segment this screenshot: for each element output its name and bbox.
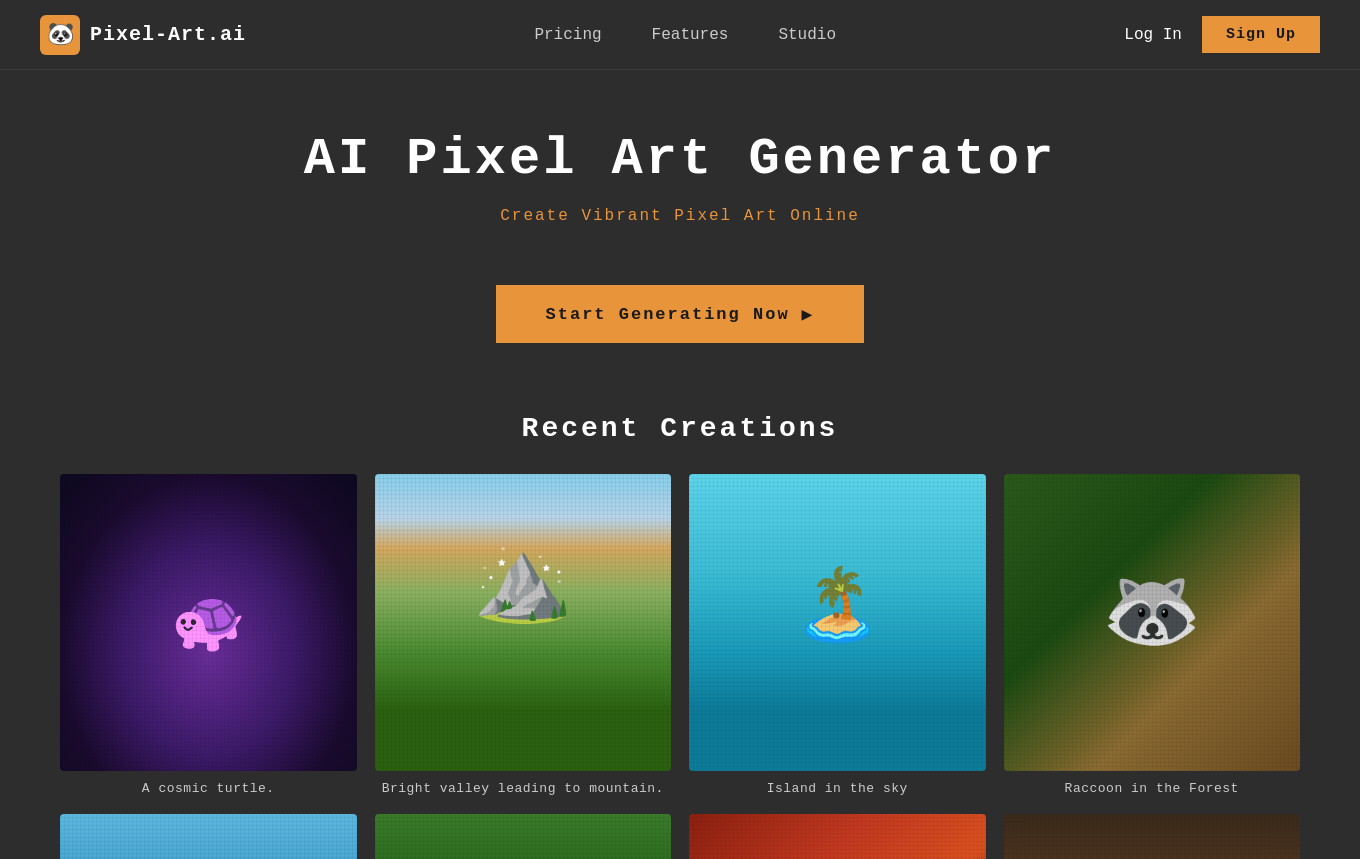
gallery-image-astronaut — [689, 814, 986, 860]
pixel-art-valley — [375, 474, 672, 771]
pixel-art-archway — [1004, 814, 1301, 860]
nav-links: Pricing Features Studio — [534, 26, 836, 44]
recent-creations-section: Recent Creations A cosmic turtle. Bright… — [0, 383, 1360, 859]
gallery-caption-island: Island in the sky — [767, 781, 908, 796]
gallery-image-island — [689, 474, 986, 771]
gallery-image-valley — [375, 474, 672, 771]
gallery-grid: A cosmic turtle. Bright valley leading t… — [60, 474, 1300, 859]
gallery-image-beach — [60, 814, 357, 860]
pixel-art-astronaut — [689, 814, 986, 860]
pixel-overlay — [689, 474, 986, 771]
logo-icon: 🐼 — [40, 15, 80, 55]
nav-link-pricing[interactable]: Pricing — [534, 26, 601, 44]
cta-arrow-icon: ▶ — [802, 303, 815, 325]
pixel-overlay — [1004, 474, 1301, 771]
gallery-item-cosmic-turtle[interactable]: A cosmic turtle. — [60, 474, 357, 796]
pixel-overlay — [60, 474, 357, 771]
gallery-image-raccoon — [1004, 474, 1301, 771]
gallery-item-island[interactable]: Island in the sky — [689, 474, 986, 796]
gallery-item-valley[interactable]: Bright valley leading to mountain. — [375, 474, 672, 796]
pixel-art-island — [689, 474, 986, 771]
gallery-image-archway — [1004, 814, 1301, 860]
nav-link-studio[interactable]: Studio — [778, 26, 836, 44]
pixel-art-temple — [375, 814, 672, 860]
hero-section: AI Pixel Art Generator Create Vibrant Pi… — [0, 70, 1360, 383]
pixel-overlay — [375, 814, 672, 860]
pixel-overlay — [689, 814, 986, 860]
signup-button[interactable]: Sign Up — [1202, 16, 1320, 53]
pixel-overlay — [375, 474, 672, 771]
cta-button[interactable]: Start Generating Now ▶ — [496, 285, 865, 343]
hero-subtitle: Create Vibrant Pixel Art Online — [500, 207, 860, 225]
login-button[interactable]: Log In — [1124, 26, 1182, 44]
nav-auth: Log In Sign Up — [1124, 16, 1320, 53]
gallery-item-raccoon[interactable]: Raccoon in the Forest — [1004, 474, 1301, 796]
pixel-art-beach — [60, 814, 357, 860]
navbar: 🐼 Pixel-Art.ai Pricing Features Studio L… — [0, 0, 1360, 70]
logo[interactable]: 🐼 Pixel-Art.ai — [40, 15, 246, 55]
gallery-image-cosmic-turtle — [60, 474, 357, 771]
pixel-art-raccoon — [1004, 474, 1301, 771]
gallery-image-temple — [375, 814, 672, 860]
gallery-item-temple[interactable]: Ancient temple in jungle — [375, 814, 672, 860]
logo-text: Pixel-Art.ai — [90, 23, 246, 46]
nav-link-features[interactable]: Features — [652, 26, 729, 44]
gallery-item-beach[interactable]: Tropical beach paradise — [60, 814, 357, 860]
pixel-art-cosmic — [60, 474, 357, 771]
gallery-caption-cosmic-turtle: A cosmic turtle. — [142, 781, 275, 796]
pixel-overlay — [1004, 814, 1301, 860]
gallery-item-archway[interactable]: Stone archway corridor — [1004, 814, 1301, 860]
gallery-caption-valley: Bright valley leading to mountain. — [382, 781, 664, 796]
hero-title: AI Pixel Art Generator — [304, 130, 1057, 189]
pixel-overlay — [60, 814, 357, 860]
gallery-item-astronaut[interactable]: Astronaut on mars — [689, 814, 986, 860]
section-title: Recent Creations — [60, 413, 1300, 444]
gallery-caption-raccoon: Raccoon in the Forest — [1065, 781, 1239, 796]
cta-label: Start Generating Now — [546, 305, 790, 324]
